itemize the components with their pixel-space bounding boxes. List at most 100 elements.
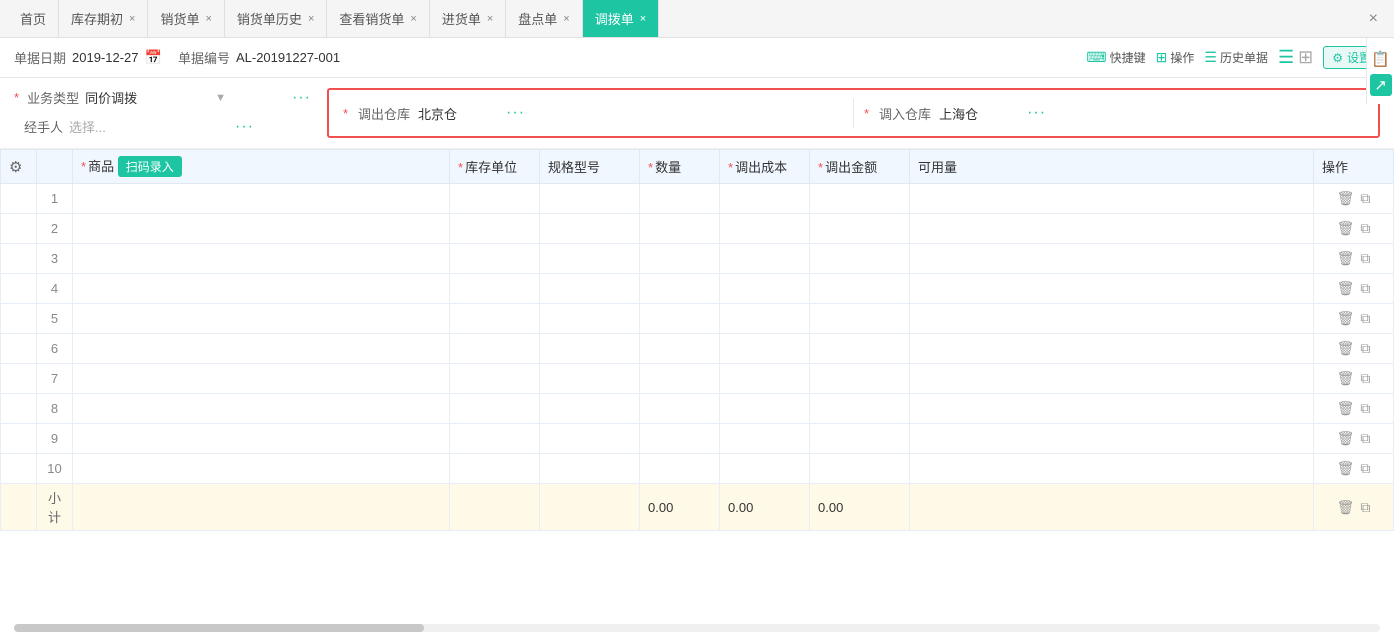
td-qty-5[interactable] bbox=[640, 304, 720, 334]
td-qty-2[interactable] bbox=[640, 214, 720, 244]
delete-icon-8[interactable]: 🗑 bbox=[1337, 400, 1355, 417]
td-product-5[interactable] bbox=[73, 304, 450, 334]
tab-inventory-init-close[interactable]: × bbox=[129, 13, 135, 25]
td-spec-3[interactable] bbox=[540, 244, 640, 274]
copy-icon-3[interactable]: ⧉ bbox=[1360, 250, 1370, 267]
delete-icon-1[interactable]: 🗑 bbox=[1337, 190, 1355, 207]
td-unit-1[interactable] bbox=[450, 184, 540, 214]
delete-icon-11[interactable]: 🗑 bbox=[1337, 499, 1355, 516]
td-spec-7[interactable] bbox=[540, 364, 640, 394]
td-unit-2[interactable] bbox=[450, 214, 540, 244]
tab-home[interactable]: 首页 bbox=[8, 0, 59, 37]
delete-icon-7[interactable]: 🗑 bbox=[1337, 370, 1355, 387]
td-cost-2[interactable] bbox=[720, 214, 810, 244]
td-amount-1[interactable] bbox=[810, 184, 910, 214]
td-amount-10[interactable] bbox=[810, 454, 910, 484]
td-unit-10[interactable] bbox=[450, 454, 540, 484]
td-amount-2[interactable] bbox=[810, 214, 910, 244]
out-warehouse-more-button[interactable]: ··· bbox=[506, 104, 525, 122]
td-cost-1[interactable] bbox=[720, 184, 810, 214]
td-qty-3[interactable] bbox=[640, 244, 720, 274]
sidebar-note-icon[interactable]: 📋 bbox=[1367, 46, 1394, 72]
td-spec-6[interactable] bbox=[540, 334, 640, 364]
td-spec-1[interactable] bbox=[540, 184, 640, 214]
td-qty-8[interactable] bbox=[640, 394, 720, 424]
td-product-2[interactable] bbox=[73, 214, 450, 244]
td-product-9[interactable] bbox=[73, 424, 450, 454]
td-amount-5[interactable] bbox=[810, 304, 910, 334]
td-qty-4[interactable] bbox=[640, 274, 720, 304]
scan-button[interactable]: 扫码录入 bbox=[118, 156, 182, 177]
tab-view-sales[interactable]: 查看销货单 × bbox=[327, 0, 429, 37]
td-cost-9[interactable] bbox=[720, 424, 810, 454]
td-product-1[interactable] bbox=[73, 184, 450, 214]
biz-type-dropdown-icon[interactable]: ▼ bbox=[215, 92, 226, 104]
td-spec-2[interactable] bbox=[540, 214, 640, 244]
td-unit-8[interactable] bbox=[450, 394, 540, 424]
td-unit-7[interactable] bbox=[450, 364, 540, 394]
td-cost-10[interactable] bbox=[720, 454, 810, 484]
td-spec-9[interactable] bbox=[540, 424, 640, 454]
horizontal-scrollbar[interactable] bbox=[14, 624, 1380, 632]
td-qty-10[interactable] bbox=[640, 454, 720, 484]
calendar-icon[interactable]: 📅 bbox=[145, 49, 162, 66]
delete-icon-10[interactable]: 🗑 bbox=[1337, 460, 1355, 477]
td-product-11[interactable] bbox=[73, 484, 450, 531]
td-qty-7[interactable] bbox=[640, 364, 720, 394]
tab-view-sales-close[interactable]: × bbox=[410, 13, 416, 25]
tab-inventory-init[interactable]: 库存期初 × bbox=[59, 0, 148, 37]
td-cost-6[interactable] bbox=[720, 334, 810, 364]
td-cost-4[interactable] bbox=[720, 274, 810, 304]
th-settings[interactable]: ⚙ bbox=[1, 150, 37, 184]
delete-icon-6[interactable]: 🗑 bbox=[1337, 340, 1355, 357]
tab-sales-order-close[interactable]: × bbox=[205, 13, 211, 25]
td-product-4[interactable] bbox=[73, 274, 450, 304]
td-amount-7[interactable] bbox=[810, 364, 910, 394]
td-product-3[interactable] bbox=[73, 244, 450, 274]
copy-icon-7[interactable]: ⧉ bbox=[1360, 370, 1370, 387]
layout-grid-icon[interactable]: ⊞ bbox=[1298, 47, 1313, 68]
td-product-6[interactable] bbox=[73, 334, 450, 364]
biz-type-value[interactable]: 同价调拨 bbox=[85, 88, 205, 107]
tab-purchase[interactable]: 进货单 × bbox=[430, 0, 506, 37]
td-qty-9[interactable] bbox=[640, 424, 720, 454]
tab-inventory-check[interactable]: 盘点单 × bbox=[506, 0, 582, 37]
copy-icon-11[interactable]: ⧉ bbox=[1360, 499, 1370, 516]
td-product-10[interactable] bbox=[73, 454, 450, 484]
tab-sales-history[interactable]: 销货单历史 × bbox=[225, 0, 327, 37]
delete-icon-4[interactable]: 🗑 bbox=[1337, 280, 1355, 297]
actions-button[interactable]: ⊞ 操作 bbox=[1156, 49, 1195, 66]
copy-icon-8[interactable]: ⧉ bbox=[1360, 400, 1370, 417]
delete-icon-9[interactable]: 🗑 bbox=[1337, 430, 1355, 447]
td-product-8[interactable] bbox=[73, 394, 450, 424]
td-qty-1[interactable] bbox=[640, 184, 720, 214]
td-unit-4[interactable] bbox=[450, 274, 540, 304]
td-qty-6[interactable] bbox=[640, 334, 720, 364]
td-product-7[interactable] bbox=[73, 364, 450, 394]
td-spec-8[interactable] bbox=[540, 394, 640, 424]
copy-icon-4[interactable]: ⧉ bbox=[1360, 280, 1370, 297]
copy-icon-10[interactable]: ⧉ bbox=[1360, 460, 1370, 477]
sidebar-link-icon[interactable]: ↗ bbox=[1370, 74, 1392, 96]
tab-sales-order[interactable]: 销货单 × bbox=[148, 0, 224, 37]
delete-icon-5[interactable]: 🗑 bbox=[1337, 310, 1355, 327]
copy-icon-5[interactable]: ⧉ bbox=[1360, 310, 1370, 327]
td-cost-5[interactable] bbox=[720, 304, 810, 334]
delete-icon-2[interactable]: 🗑 bbox=[1337, 220, 1355, 237]
in-warehouse-value[interactable]: 上海仓 bbox=[939, 104, 1019, 123]
td-amount-3[interactable] bbox=[810, 244, 910, 274]
delete-icon-3[interactable]: 🗑 bbox=[1337, 250, 1355, 267]
out-warehouse-value[interactable]: 北京仓 bbox=[418, 104, 498, 123]
tab-sales-history-close[interactable]: × bbox=[308, 13, 314, 25]
shortcut-button[interactable]: ⌨ 快捷键 bbox=[1086, 49, 1145, 66]
history-button[interactable]: ☰ 历史单据 bbox=[1204, 49, 1268, 66]
copy-icon-2[interactable]: ⧉ bbox=[1360, 220, 1370, 237]
td-amount-6[interactable] bbox=[810, 334, 910, 364]
td-cost-7[interactable] bbox=[720, 364, 810, 394]
td-cost-8[interactable] bbox=[720, 394, 810, 424]
td-unit-9[interactable] bbox=[450, 424, 540, 454]
layout-list-icon[interactable]: ☰ bbox=[1278, 47, 1294, 68]
tab-purchase-close[interactable]: × bbox=[487, 13, 493, 25]
handler-input[interactable]: 选择... bbox=[69, 117, 229, 136]
in-warehouse-more-button[interactable]: ··· bbox=[1027, 104, 1046, 122]
